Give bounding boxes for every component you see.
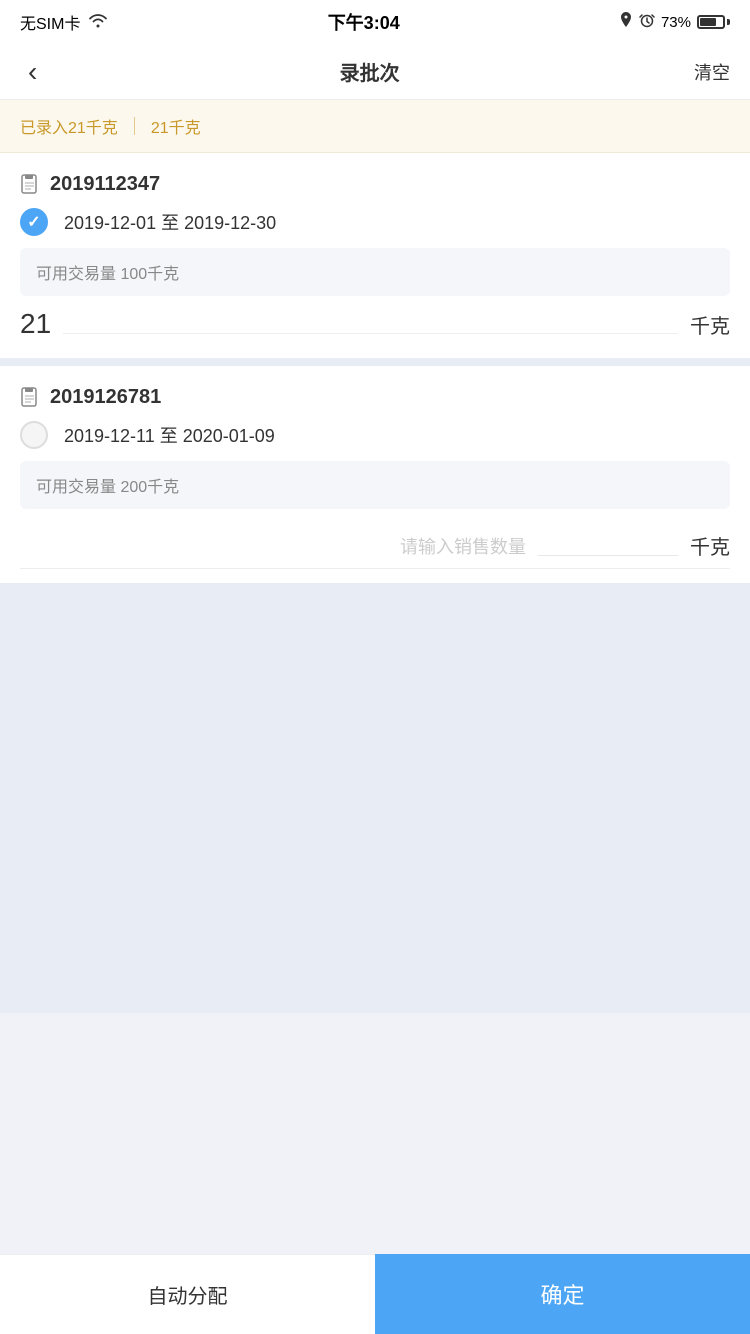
underline-1 xyxy=(63,333,678,334)
input-underline xyxy=(538,555,678,556)
card1-radio[interactable]: ✓ xyxy=(20,208,48,236)
status-bar: 无SIM卡 下午3:04 73% xyxy=(0,0,750,44)
nav-bar: ‹ 录批次 清空 xyxy=(0,44,750,100)
card2-id: 2019126781 xyxy=(50,386,161,409)
status-left: 无SIM卡 xyxy=(20,10,108,34)
empty-area xyxy=(0,583,750,1013)
info-bar: 已录入21千克 21千克 xyxy=(0,100,750,153)
card2-header: 2019126781 xyxy=(20,386,730,409)
bottom-bar: 自动分配 确定 xyxy=(0,1254,750,1334)
info-divider xyxy=(134,117,135,135)
card1-id: 2019112347 xyxy=(50,173,160,196)
card1-value: 21 xyxy=(20,308,51,340)
carrier-label: 无SIM卡 xyxy=(20,10,80,34)
card1-unit: 千克 xyxy=(690,310,730,339)
auto-distribute-button[interactable]: 自动分配 xyxy=(0,1254,375,1334)
doc-icon-2 xyxy=(20,387,42,409)
battery-percent: 73% xyxy=(661,14,691,31)
card2-radio[interactable] xyxy=(20,421,48,449)
confirm-button[interactable]: 确定 xyxy=(375,1254,750,1334)
wifi-icon xyxy=(88,12,108,33)
card1-date-row: ✓ 2019-12-01 至 2019-12-30 xyxy=(20,208,730,236)
card1-value-row: 21 千克 xyxy=(20,308,730,348)
batch-card-1: 2019112347 ✓ 2019-12-01 至 2019-12-30 可用交… xyxy=(0,153,750,358)
info-amount: 21千克 xyxy=(151,114,201,138)
status-time: 下午3:04 xyxy=(328,9,400,35)
recorded-label: 已录入21千克 xyxy=(20,114,118,138)
radio-check-icon: ✓ xyxy=(27,212,40,232)
card2-input-placeholder: 请输入销售数量 xyxy=(20,533,526,559)
card1-avail: 可用交易量 100千克 xyxy=(20,248,730,296)
doc-icon-1 xyxy=(20,174,42,196)
back-button[interactable]: ‹ xyxy=(20,52,45,92)
card2-date-row: 2019-12-11 至 2020-01-09 xyxy=(20,421,730,449)
card1-header: 2019112347 xyxy=(20,173,730,196)
page-title: 录批次 xyxy=(340,57,400,86)
battery-icon xyxy=(697,15,730,29)
card2-unit: 千克 xyxy=(690,531,730,560)
card1-date: 2019-12-01 至 2019-12-30 xyxy=(64,209,276,235)
card2-input-row: 请输入销售数量 千克 xyxy=(20,521,730,569)
card2-avail: 可用交易量 200千克 xyxy=(20,461,730,509)
status-right: 73% xyxy=(619,12,730,32)
clear-button[interactable]: 清空 xyxy=(694,59,730,85)
card2-date: 2019-12-11 至 2020-01-09 xyxy=(64,422,275,448)
batch-card-2: 2019126781 2019-12-11 至 2020-01-09 可用交易量… xyxy=(0,366,750,583)
alarm-icon xyxy=(639,12,655,32)
card-separator-1 xyxy=(0,358,750,366)
location-icon xyxy=(619,12,633,32)
